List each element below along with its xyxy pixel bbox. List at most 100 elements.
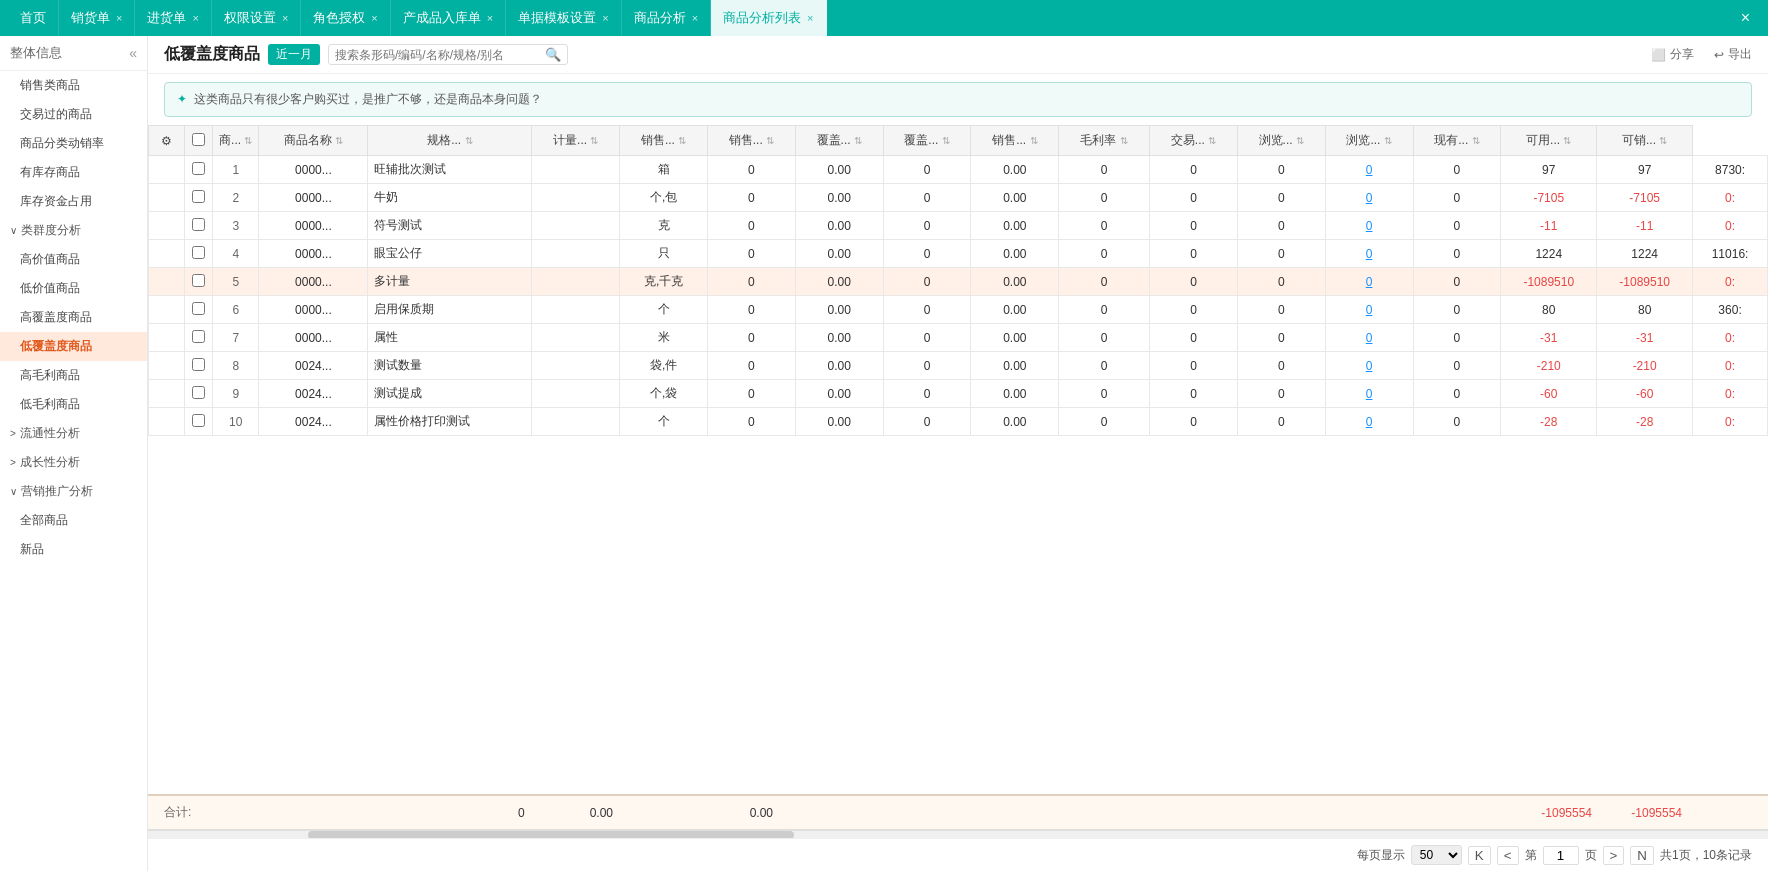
sidebar-item-new-goods[interactable]: 新品 <box>0 535 147 564</box>
col-browse1[interactable]: 浏览... ⇅ <box>1237 126 1325 156</box>
data-table-container[interactable]: ⚙ 商... ⇅ 商品名称 ⇅ 规格... ⇅ 计量... ⇅ 销售... ⇅ … <box>148 125 1768 794</box>
col-coverage1[interactable]: 覆盖... ⇅ <box>795 126 883 156</box>
col-current-stock[interactable]: 现有... ⇅ <box>1413 126 1501 156</box>
row-unit: 个 <box>620 408 708 436</box>
nav-product-inbound[interactable]: 产成品入库单 × <box>391 0 506 36</box>
sidebar-item-category-rate[interactable]: 商品分类动销率 <box>0 129 147 158</box>
sidebar-item-in-stock[interactable]: 有库存商品 <box>0 158 147 187</box>
nav-close-icon[interactable]: × <box>116 12 122 24</box>
row-checkbox-cell[interactable] <box>185 296 213 324</box>
col-name[interactable]: 商品名称 ⇅ <box>259 126 368 156</box>
nav-close-icon[interactable]: × <box>807 12 813 24</box>
sidebar-item-low-value[interactable]: 低价值商品 <box>0 274 147 303</box>
row-checkbox-cell[interactable] <box>185 184 213 212</box>
row-checkbox[interactable] <box>192 414 205 427</box>
nav-close-icon[interactable]: × <box>371 12 377 24</box>
row-browse1[interactable]: 0 <box>1325 324 1413 352</box>
row-checkbox[interactable] <box>192 190 205 203</box>
row-browse1[interactable]: 0 <box>1325 212 1413 240</box>
select-all-checkbox[interactable] <box>192 133 205 146</box>
last-page-button[interactable]: N <box>1630 846 1654 865</box>
sidebar-item-high-profit[interactable]: 高毛利商品 <box>0 361 147 390</box>
row-browse2: 0 <box>1413 352 1501 380</box>
nav-close-icon[interactable]: × <box>602 12 608 24</box>
page-number-input[interactable] <box>1543 846 1579 865</box>
sidebar-item-sales-goods[interactable]: 销售类商品 <box>0 71 147 100</box>
share-button[interactable]: ⬜ 分享 <box>1651 46 1694 63</box>
col-checkbox[interactable] <box>185 126 213 156</box>
period-button[interactable]: 近一月 <box>268 44 320 65</box>
row-checkbox[interactable] <box>192 386 205 399</box>
nav-template-setting[interactable]: 单据模板设置 × <box>506 0 621 36</box>
row-checkbox-cell[interactable] <box>185 240 213 268</box>
sidebar-group-cluster[interactable]: ∨ 类群度分析 <box>0 216 147 245</box>
window-close-button[interactable]: × <box>1731 9 1760 27</box>
col-gross-rate[interactable]: 毛利率 ⇅ <box>1059 126 1150 156</box>
sidebar-item-high-value[interactable]: 高价值商品 <box>0 245 147 274</box>
row-checkbox[interactable] <box>192 330 205 343</box>
prev-page-button[interactable]: < <box>1497 846 1519 865</box>
sidebar-group-liquidity[interactable]: > 流通性分析 <box>0 419 147 448</box>
sidebar-item-low-profit[interactable]: 低毛利商品 <box>0 390 147 419</box>
row-checkbox[interactable] <box>192 246 205 259</box>
first-page-button[interactable]: K <box>1468 846 1491 865</box>
nav-close-icon[interactable]: × <box>192 12 198 24</box>
sidebar-item-low-coverage[interactable]: 低覆盖度商品 <box>0 332 147 361</box>
row-checkbox[interactable] <box>192 358 205 371</box>
col-spec[interactable]: 规格... ⇅ <box>368 126 532 156</box>
sidebar-group-growth[interactable]: > 成长性分析 <box>0 448 147 477</box>
nav-home[interactable]: 首页 <box>8 0 59 36</box>
col-code[interactable]: 商... ⇅ <box>213 126 259 156</box>
row-checkbox[interactable] <box>192 218 205 231</box>
row-checkbox-cell[interactable] <box>185 212 213 240</box>
row-checkbox[interactable] <box>192 274 205 287</box>
row-checkbox-cell[interactable] <box>185 268 213 296</box>
col-sales-amt[interactable]: 销售... ⇅ <box>708 126 796 156</box>
sidebar-collapse-icon[interactable]: « <box>129 45 137 61</box>
row-spec <box>532 156 620 184</box>
sidebar-item-high-coverage[interactable]: 高覆盖度商品 <box>0 303 147 332</box>
row-sales3: 0 <box>1059 240 1150 268</box>
nav-product-analysis-list[interactable]: 商品分析列表 × <box>711 0 826 36</box>
nav-purchase-order[interactable]: 进货单 × <box>135 0 211 36</box>
sidebar-group-marketing[interactable]: ∨ 营销推广分析 <box>0 477 147 506</box>
row-browse1[interactable]: 0 <box>1325 240 1413 268</box>
nav-product-analysis[interactable]: 商品分析 × <box>622 0 711 36</box>
col-settings[interactable]: ⚙ <box>149 126 185 156</box>
col-coverage2[interactable]: 覆盖... ⇅ <box>883 126 971 156</box>
sidebar-item-traded-goods[interactable]: 交易过的商品 <box>0 100 147 129</box>
col-unit[interactable]: 计量... ⇅ <box>532 126 620 156</box>
col-browse2[interactable]: 浏览... ⇅ <box>1325 126 1413 156</box>
row-checkbox-cell[interactable] <box>185 380 213 408</box>
row-browse1[interactable]: 0 <box>1325 352 1413 380</box>
nav-role-auth[interactable]: 角色授权 × <box>301 0 390 36</box>
row-browse1[interactable]: 0 <box>1325 296 1413 324</box>
row-browse1[interactable]: 0 <box>1325 408 1413 436</box>
col-sales3[interactable]: 销售... ⇅ <box>971 126 1059 156</box>
row-checkbox-cell[interactable] <box>185 324 213 352</box>
search-input[interactable] <box>335 48 545 62</box>
row-browse1[interactable]: 0 <box>1325 380 1413 408</box>
next-page-button[interactable]: > <box>1603 846 1625 865</box>
row-browse1[interactable]: 0 <box>1325 184 1413 212</box>
nav-close-icon[interactable]: × <box>282 12 288 24</box>
row-browse1[interactable]: 0 <box>1325 156 1413 184</box>
col-trans[interactable]: 交易... ⇅ <box>1150 126 1238 156</box>
nav-close-icon[interactable]: × <box>487 12 493 24</box>
nav-close-icon[interactable]: × <box>692 12 698 24</box>
row-checkbox-cell[interactable] <box>185 352 213 380</box>
col-avail-stock[interactable]: 可用... ⇅ <box>1501 126 1597 156</box>
per-page-select[interactable]: 20 50 100 <box>1411 845 1462 865</box>
nav-sales-order[interactable]: 销货单 × <box>59 0 135 36</box>
sidebar-item-stock-capital[interactable]: 库存资金占用 <box>0 187 147 216</box>
row-checkbox[interactable] <box>192 162 205 175</box>
col-sellable[interactable]: 可销... ⇅ <box>1597 126 1693 156</box>
col-sales-qty[interactable]: 销售... ⇅ <box>620 126 708 156</box>
row-browse1[interactable]: 0 <box>1325 268 1413 296</box>
row-checkbox[interactable] <box>192 302 205 315</box>
row-checkbox-cell[interactable] <box>185 156 213 184</box>
export-button[interactable]: ↩ 导出 <box>1714 46 1752 63</box>
nav-permission[interactable]: 权限设置 × <box>212 0 301 36</box>
sidebar-item-all-goods[interactable]: 全部商品 <box>0 506 147 535</box>
row-checkbox-cell[interactable] <box>185 408 213 436</box>
